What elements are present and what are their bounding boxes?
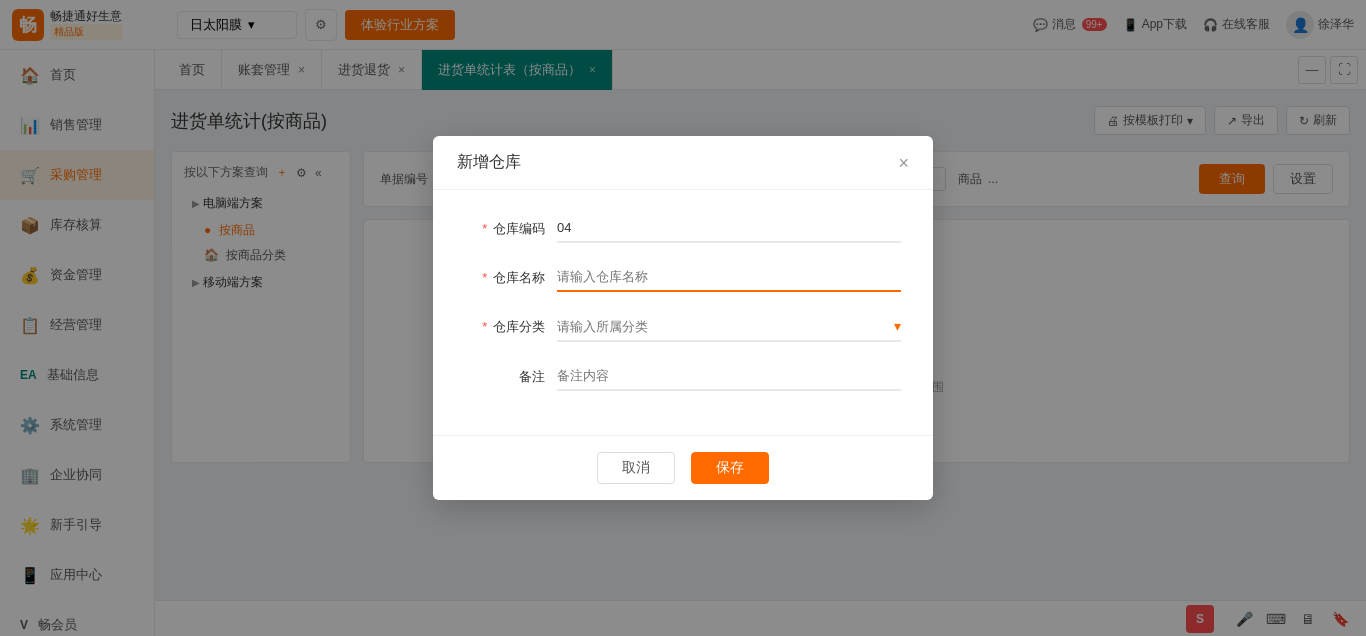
- modal-footer: 取消 保存: [433, 435, 933, 500]
- form-row-name: * 仓库名称: [465, 263, 901, 292]
- modal-close-button[interactable]: ×: [898, 154, 909, 172]
- form-row-code: * 仓库编码: [465, 214, 901, 243]
- save-button[interactable]: 保存: [691, 452, 769, 484]
- category-select-input[interactable]: [557, 319, 894, 334]
- modal-header: 新增仓库 ×: [433, 136, 933, 190]
- category-label: * 仓库分类: [465, 318, 545, 336]
- modal-body: * 仓库编码 * 仓库名称 * 仓库分类: [433, 190, 933, 435]
- modal-overlay: 新增仓库 × * 仓库编码 * 仓库名称: [0, 0, 1366, 636]
- name-label: * 仓库名称: [465, 269, 545, 287]
- form-row-remark: 备注: [465, 362, 901, 391]
- category-label-text: 仓库分类: [493, 319, 545, 334]
- form-row-category: * 仓库分类 ▾: [465, 312, 901, 342]
- modal-title: 新增仓库: [457, 152, 521, 173]
- new-warehouse-modal: 新增仓库 × * 仓库编码 * 仓库名称: [433, 136, 933, 500]
- cancel-button[interactable]: 取消: [597, 452, 675, 484]
- remark-input[interactable]: [557, 362, 901, 391]
- remark-label: 备注: [465, 368, 545, 386]
- category-required-mark: *: [482, 319, 487, 334]
- name-required-mark: *: [482, 270, 487, 285]
- code-label-text: 仓库编码: [493, 221, 545, 236]
- category-dropdown-icon: ▾: [894, 318, 901, 334]
- remark-label-text: 备注: [519, 369, 545, 384]
- code-input[interactable]: [557, 214, 901, 243]
- name-input[interactable]: [557, 263, 901, 292]
- code-label: * 仓库编码: [465, 220, 545, 238]
- code-required-mark: *: [482, 221, 487, 236]
- name-label-text: 仓库名称: [493, 270, 545, 285]
- category-select-wrapper[interactable]: ▾: [557, 312, 901, 342]
